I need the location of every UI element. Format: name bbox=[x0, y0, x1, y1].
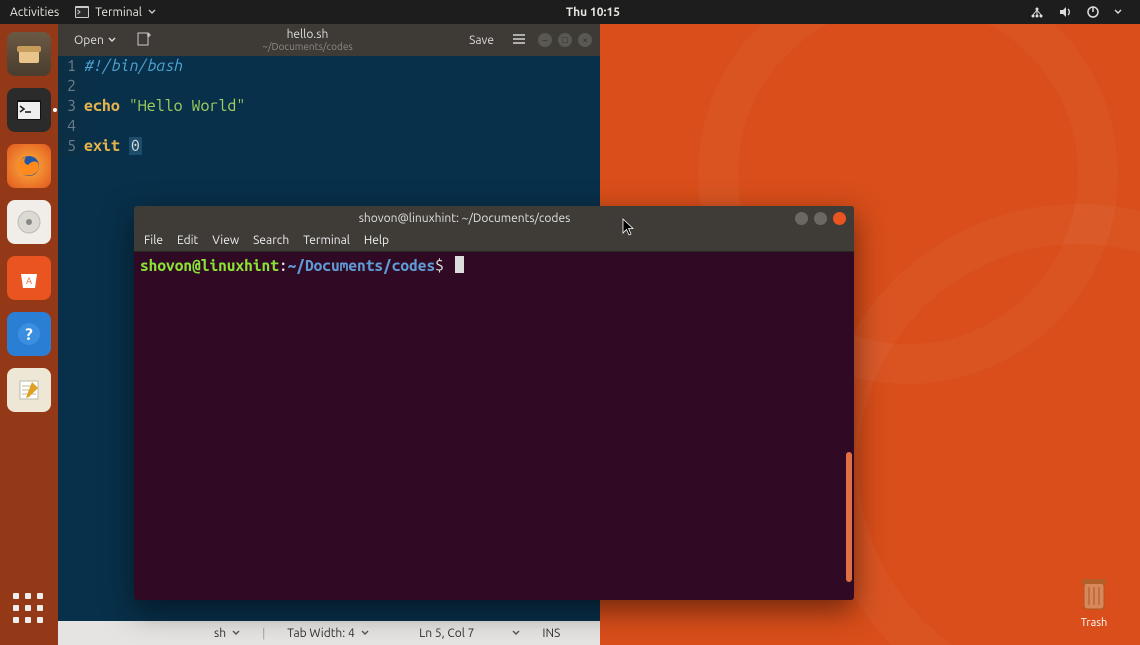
menu-search[interactable]: Search bbox=[253, 234, 289, 247]
hamburger-icon bbox=[512, 33, 526, 45]
hamburger-menu-button[interactable] bbox=[512, 33, 526, 48]
chevron-down-icon bbox=[108, 36, 116, 44]
svg-text:?: ? bbox=[25, 325, 33, 344]
window-minimize-button[interactable]: – bbox=[538, 33, 552, 47]
power-icon[interactable] bbox=[1086, 5, 1100, 19]
save-button[interactable]: Save bbox=[463, 30, 500, 51]
shell-prompt: shovon@linuxhint:~/Documents/codes$ bbox=[140, 257, 453, 274]
terminal-cursor bbox=[455, 256, 464, 273]
gedit-statusbar: sh | Tab Width: 4 Ln 5, Col 7 INS bbox=[58, 621, 600, 645]
terminal-window: shovon@linuxhint: ~/Documents/codes File… bbox=[134, 206, 854, 600]
trash-label: Trash bbox=[1076, 617, 1112, 629]
music-cd-icon bbox=[16, 209, 42, 235]
open-label: Open bbox=[74, 34, 104, 47]
line-gutter: 1 2 3 4 5 bbox=[58, 56, 82, 156]
launcher-firefox[interactable] bbox=[7, 144, 51, 188]
tab-width-label: Tab Width: 4 bbox=[287, 627, 354, 640]
window-maximize-button[interactable]: □ bbox=[558, 33, 572, 47]
gedit-subtitle: ~/Documents/codes bbox=[164, 41, 451, 52]
menu-terminal[interactable]: Terminal bbox=[303, 234, 350, 247]
window-close-button[interactable]: × bbox=[578, 33, 592, 47]
cursor-position[interactable]: Ln 5, Col 7 bbox=[419, 627, 520, 640]
gnome-topbar: Activities Terminal Thu 10:15 bbox=[0, 0, 1140, 24]
launcher-dock: A ? bbox=[0, 24, 58, 645]
terminal-titlebar[interactable]: shovon@linuxhint: ~/Documents/codes bbox=[134, 206, 854, 230]
network-icon[interactable] bbox=[1030, 5, 1044, 19]
chevron-down-icon bbox=[148, 8, 156, 16]
terminal-title: shovon@linuxhint: ~/Documents/codes bbox=[134, 212, 795, 225]
terminal-icon bbox=[15, 98, 43, 122]
menu-edit[interactable]: Edit bbox=[177, 234, 198, 247]
activities-button[interactable]: Activities bbox=[10, 6, 59, 19]
clock[interactable]: Thu 10:15 bbox=[156, 6, 1030, 19]
chevron-down-icon bbox=[361, 629, 369, 637]
terminal-menubar: File Edit View Search Terminal Help bbox=[134, 230, 854, 252]
code-content: #!/bin/bash echo "Hello World" exit 0 bbox=[82, 56, 245, 156]
launcher-terminal[interactable] bbox=[7, 88, 51, 132]
launcher-text-editor[interactable] bbox=[7, 368, 51, 412]
show-applications-button[interactable] bbox=[7, 587, 51, 631]
chevron-down-icon bbox=[1114, 8, 1122, 16]
launcher-software[interactable]: A bbox=[7, 256, 51, 300]
menu-file[interactable]: File bbox=[144, 234, 163, 247]
terminal-body[interactable]: shovon@linuxhint:~/Documents/codes$ bbox=[134, 252, 854, 600]
shopping-bag-icon: A bbox=[16, 266, 42, 290]
app-menu[interactable]: Terminal bbox=[75, 6, 156, 19]
volume-icon[interactable] bbox=[1058, 5, 1072, 19]
launcher-files[interactable] bbox=[7, 32, 51, 76]
notepad-icon bbox=[16, 377, 42, 403]
launcher-help[interactable]: ? bbox=[7, 312, 51, 356]
tab-width-selector[interactable]: Tab Width: 4 bbox=[287, 627, 368, 640]
language-label: sh bbox=[214, 627, 226, 640]
menu-view[interactable]: View bbox=[212, 234, 239, 247]
menu-help[interactable]: Help bbox=[364, 234, 389, 247]
window-close-button[interactable] bbox=[833, 212, 846, 225]
chevron-down-icon bbox=[512, 629, 520, 637]
gedit-filename: hello.sh bbox=[164, 28, 451, 41]
window-maximize-button[interactable] bbox=[814, 212, 827, 225]
launcher-rhythmbox[interactable] bbox=[7, 200, 51, 244]
language-selector[interactable]: sh bbox=[214, 627, 240, 640]
chevron-down-icon bbox=[232, 629, 240, 637]
trash-icon bbox=[1076, 573, 1112, 613]
open-button[interactable]: Open bbox=[66, 30, 124, 51]
terminal-icon bbox=[75, 6, 89, 18]
cursor-position-label: Ln 5, Col 7 bbox=[419, 627, 474, 640]
svg-text:A: A bbox=[26, 276, 32, 286]
files-icon bbox=[15, 42, 43, 66]
new-tab-button[interactable] bbox=[136, 32, 152, 49]
desktop-trash[interactable]: Trash bbox=[1076, 573, 1112, 629]
app-menu-label: Terminal bbox=[95, 6, 142, 19]
gedit-headerbar: Open hello.sh ~/Documents/codes Save – □… bbox=[58, 24, 600, 56]
help-icon: ? bbox=[16, 321, 42, 347]
insert-mode[interactable]: INS bbox=[542, 627, 560, 640]
gedit-title: hello.sh ~/Documents/codes bbox=[164, 28, 451, 52]
editor-area[interactable]: 1 2 3 4 5 #!/bin/bash echo "Hello World"… bbox=[58, 56, 600, 156]
new-document-icon bbox=[136, 32, 152, 46]
firefox-icon bbox=[14, 151, 44, 181]
window-minimize-button[interactable] bbox=[795, 212, 808, 225]
scrollbar-thumb[interactable] bbox=[846, 452, 852, 582]
